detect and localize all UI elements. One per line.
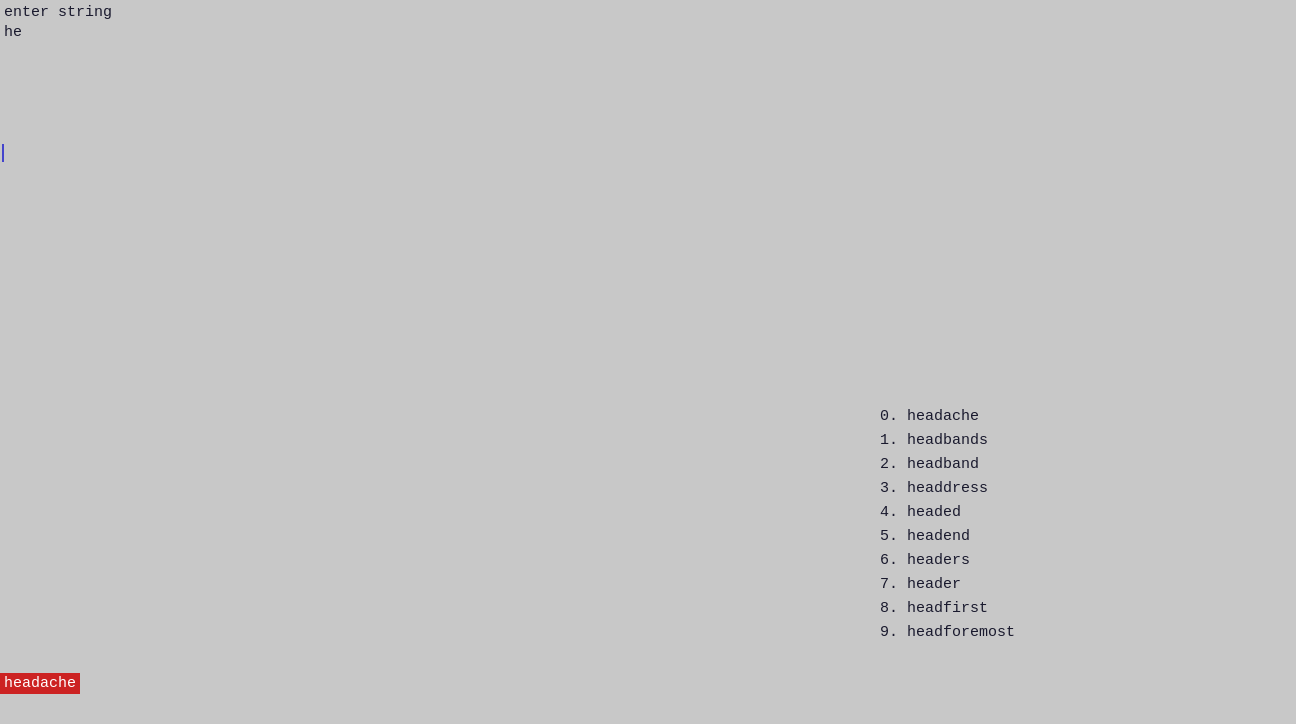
list-item: 8. headfirst — [880, 597, 1015, 621]
list-item: 3. headdress — [880, 477, 1015, 501]
list-item: 6. headers — [880, 549, 1015, 573]
list-item: 0. headache — [880, 405, 1015, 429]
list-item: 9. headforemost — [880, 621, 1015, 645]
results-list: 0. headache1. headbands2. headband3. hea… — [880, 405, 1015, 645]
list-item: 2. headband — [880, 453, 1015, 477]
list-item: 1. headbands — [880, 429, 1015, 453]
bottom-result-display: headache — [0, 673, 80, 694]
prompt-label: enter string — [4, 4, 112, 21]
list-item: 7. header — [880, 573, 1015, 597]
list-item: 4. headed — [880, 501, 1015, 525]
input-display: he — [4, 24, 22, 41]
list-item: 5. headend — [880, 525, 1015, 549]
text-cursor — [2, 144, 4, 162]
